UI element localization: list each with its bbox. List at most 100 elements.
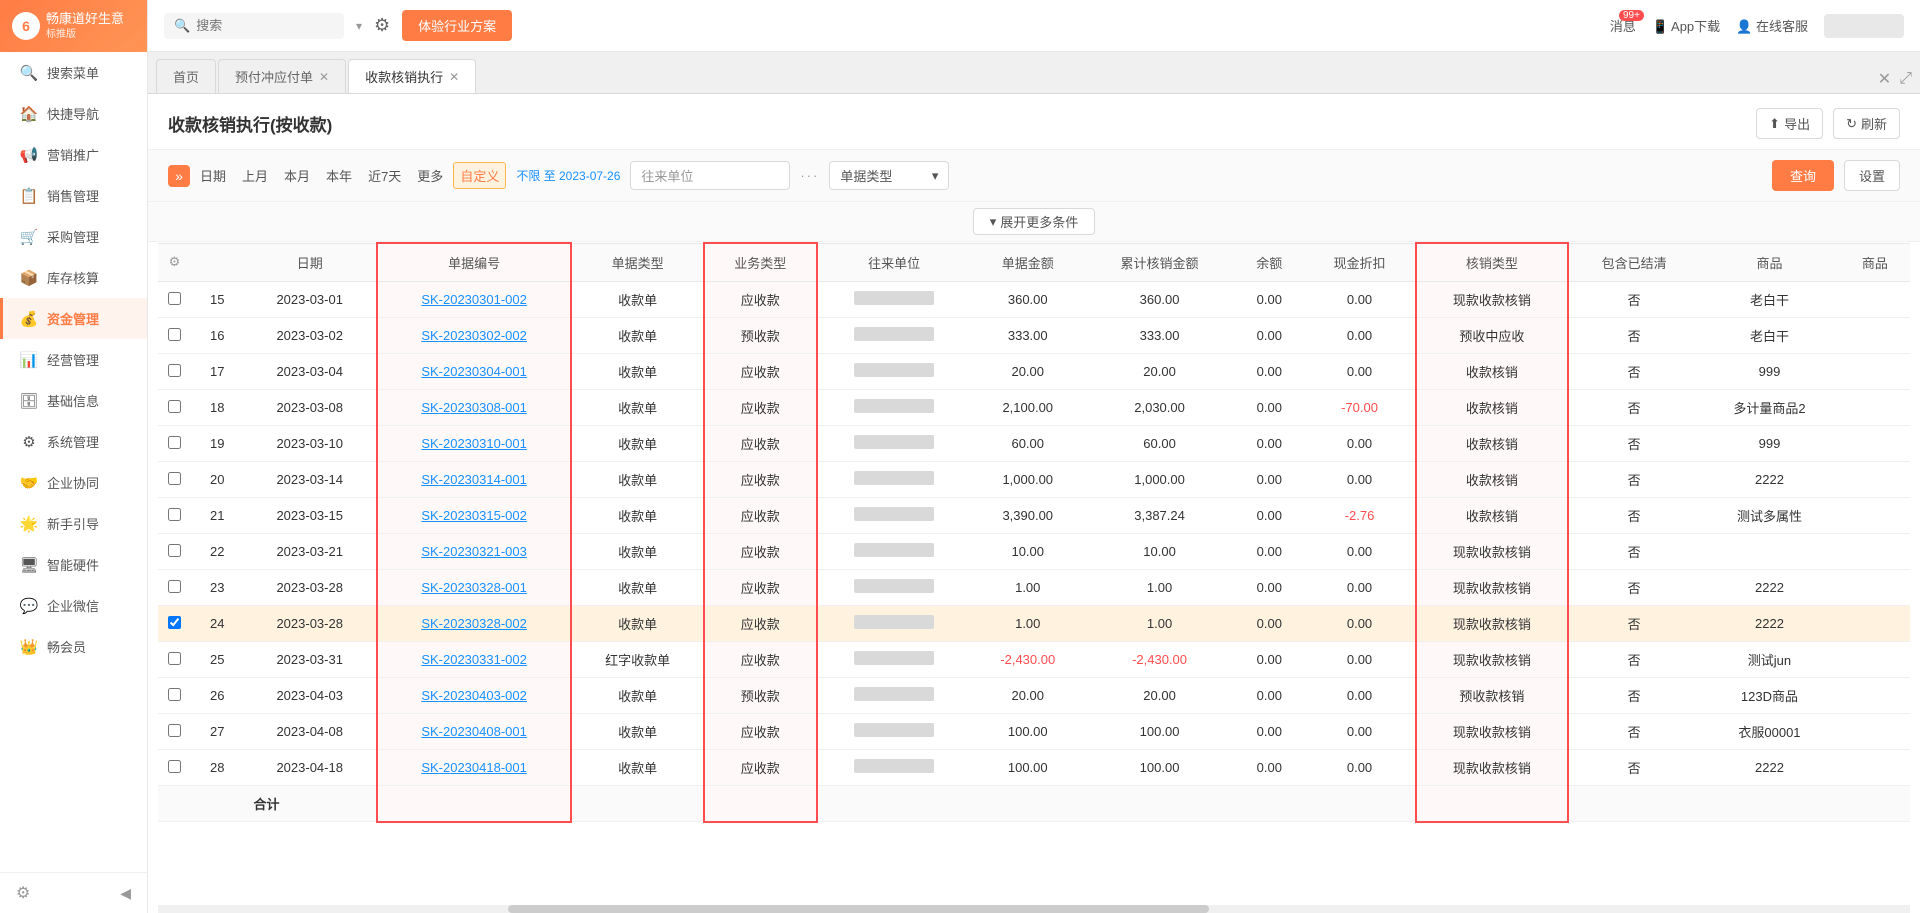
- table-row[interactable]: 23 2023-03-28 SK-20230328-001 收款单 应收款 1.…: [158, 570, 1910, 606]
- sidebar-item-guide[interactable]: 🌟新手引导: [0, 503, 147, 544]
- row-checkbox[interactable]: [158, 426, 191, 462]
- more-date-btn[interactable]: 更多: [411, 162, 449, 189]
- search-dropdown-icon[interactable]: ▾: [356, 19, 362, 33]
- tab-close-all-icon[interactable]: ✕: [1878, 69, 1891, 89]
- table-row[interactable]: 19 2023-03-10 SK-20230310-001 收款单 应收款 60…: [158, 426, 1910, 462]
- sidebar-item-sales[interactable]: 📋销售管理: [0, 175, 147, 216]
- last-month-btn[interactable]: 上月: [236, 162, 274, 189]
- row-checkbox[interactable]: [158, 282, 191, 318]
- tab-prepay[interactable]: 预付冲应付单 ✕: [218, 59, 346, 93]
- table-row[interactable]: 22 2023-03-21 SK-20230321-003 收款单 应收款 10…: [158, 534, 1910, 570]
- message-button[interactable]: 消息 99+: [1610, 16, 1636, 35]
- sidebar-item-shortcut[interactable]: 🏠快捷导航: [0, 93, 147, 134]
- sidebar-item-system[interactable]: ⚙系统管理: [0, 421, 147, 462]
- row-doc-no[interactable]: SK-20230403-002: [377, 678, 571, 714]
- expand-more-button[interactable]: ▾ 展开更多条件: [973, 208, 1096, 235]
- row-doc-no[interactable]: SK-20230408-001: [377, 714, 571, 750]
- table-row[interactable]: 27 2023-04-08 SK-20230408-001 收款单 应收款 10…: [158, 714, 1910, 750]
- row-checkbox[interactable]: [158, 606, 191, 642]
- export-button[interactable]: ⬆ 导出: [1756, 108, 1823, 139]
- row-doc-type: 红字收款单: [571, 642, 704, 678]
- scrollbar-thumb[interactable]: [508, 905, 1209, 913]
- table-row[interactable]: 15 2023-03-01 SK-20230301-002 收款单 应收款 36…: [158, 282, 1910, 318]
- sidebar-item-enterprise[interactable]: 🤝企业协同: [0, 462, 147, 503]
- row-checkbox[interactable]: [158, 570, 191, 606]
- row-checkbox[interactable]: [158, 714, 191, 750]
- sidebar-item-purchase[interactable]: 🛒采购管理: [0, 216, 147, 257]
- this-month-btn[interactable]: 本月: [278, 162, 316, 189]
- horizontal-scrollbar[interactable]: [158, 905, 1910, 913]
- table-row[interactable]: 26 2023-04-03 SK-20230403-002 收款单 预收款 20…: [158, 678, 1910, 714]
- tabbar: 首页 预付冲应付单 ✕ 收款核销执行 ✕ ✕ ⤢: [148, 52, 1920, 94]
- row-doc-no[interactable]: SK-20230321-003: [377, 534, 571, 570]
- doc-type-dropdown-icon: ▾: [932, 168, 939, 184]
- table-row[interactable]: 28 2023-04-18 SK-20230418-001 收款单 应收款 10…: [158, 750, 1910, 786]
- column-balance: 余额: [1234, 243, 1304, 282]
- row-doc-no[interactable]: SK-20230310-001: [377, 426, 571, 462]
- table-row[interactable]: 24 2023-03-28 SK-20230328-002 收款单 应收款 1.…: [158, 606, 1910, 642]
- sidebar-item-business[interactable]: 📊经营管理: [0, 339, 147, 380]
- sidebar-settings-icon[interactable]: ⚙: [16, 883, 30, 903]
- this-year-btn[interactable]: 本年: [320, 162, 358, 189]
- online-service-link[interactable]: 👤 在线客服: [1736, 16, 1808, 35]
- table-row[interactable]: 17 2023-03-04 SK-20230304-001 收款单 应收款 20…: [158, 354, 1910, 390]
- sidebar-item-search[interactable]: 🔍搜索菜单: [0, 52, 147, 93]
- row-checkbox[interactable]: [158, 534, 191, 570]
- refresh-button[interactable]: ↻ 刷新: [1833, 108, 1900, 139]
- table-row[interactable]: 20 2023-03-14 SK-20230314-001 收款单 应收款 1,…: [158, 462, 1910, 498]
- sidebar-item-hardware[interactable]: 🖥智能硬件: [0, 544, 147, 585]
- sidebar-item-marketing[interactable]: 📢营销推广: [0, 134, 147, 175]
- table-row[interactable]: 18 2023-03-08 SK-20230308-001 收款单 应收款 2,…: [158, 390, 1910, 426]
- row-doc-no[interactable]: SK-20230418-001: [377, 750, 571, 786]
- sidebar-item-basic[interactable]: 🗄基础信息: [0, 380, 147, 421]
- solution-button[interactable]: 体验行业方案: [402, 10, 512, 41]
- app-download-link[interactable]: 📱 App下载: [1652, 16, 1720, 35]
- partner-field[interactable]: 往来单位: [630, 161, 790, 190]
- row-no: 26: [191, 678, 244, 714]
- row-doc-no[interactable]: SK-20230314-001: [377, 462, 571, 498]
- tab-home[interactable]: 首页: [156, 59, 216, 93]
- sidebar-item-vip[interactable]: 👑畅会员: [0, 626, 147, 667]
- row-checkbox[interactable]: [158, 678, 191, 714]
- column-gear[interactable]: ⚙: [158, 243, 191, 282]
- row-doc-no[interactable]: SK-20230328-001: [377, 570, 571, 606]
- query-button[interactable]: 查询: [1772, 160, 1834, 191]
- custom-date-btn[interactable]: 自定义: [453, 162, 506, 189]
- row-checkbox[interactable]: [158, 462, 191, 498]
- filter-settings-button[interactable]: 设置: [1844, 160, 1900, 191]
- row-doc-no[interactable]: SK-20230331-002: [377, 642, 571, 678]
- tab-expand-icon[interactable]: ⤢: [1899, 70, 1912, 88]
- table-row[interactable]: 21 2023-03-15 SK-20230315-002 收款单 应收款 3,…: [158, 498, 1910, 534]
- filter-expand-button[interactable]: »: [168, 165, 190, 187]
- settings-gear-icon[interactable]: ⚙: [374, 15, 390, 36]
- row-checkbox[interactable]: [158, 642, 191, 678]
- topbar-search-box[interactable]: 🔍: [164, 13, 344, 39]
- search-input[interactable]: [196, 18, 334, 33]
- sidebar-collapse-icon[interactable]: ◀: [120, 885, 131, 902]
- sidebar-item-inventory[interactable]: 📦库存核算: [0, 257, 147, 298]
- table-row[interactable]: 25 2023-03-31 SK-20230331-002 红字收款单 应收款 …: [158, 642, 1910, 678]
- row-doc-no[interactable]: SK-20230302-002: [377, 318, 571, 354]
- tab-prepay-close[interactable]: ✕: [319, 70, 329, 84]
- sidebar-item-finance[interactable]: 💰资金管理: [0, 298, 147, 339]
- tab-receipt-close[interactable]: ✕: [449, 70, 459, 84]
- row-doc-no[interactable]: SK-20230301-002: [377, 282, 571, 318]
- sidebar-item-wechat[interactable]: 💬企业微信: [0, 585, 147, 626]
- row-doc-no[interactable]: SK-20230304-001: [377, 354, 571, 390]
- row-checkbox[interactable]: [158, 390, 191, 426]
- row-checkbox[interactable]: [158, 354, 191, 390]
- last-7days-btn[interactable]: 近7天: [362, 162, 407, 189]
- table-row[interactable]: 16 2023-03-02 SK-20230302-002 收款单 预收款 33…: [158, 318, 1910, 354]
- row-doc-no[interactable]: SK-20230308-001: [377, 390, 571, 426]
- row-doc-no[interactable]: SK-20230328-002: [377, 606, 571, 642]
- row-checkbox[interactable]: [158, 750, 191, 786]
- tab-receipt[interactable]: 收款核销执行 ✕: [348, 59, 476, 93]
- row-checkbox[interactable]: [158, 318, 191, 354]
- user-avatar[interactable]: [1824, 14, 1904, 38]
- row-checkbox[interactable]: [158, 498, 191, 534]
- row-balance: 0.00: [1234, 678, 1304, 714]
- doc-type-select[interactable]: 单据类型 ▾: [829, 161, 949, 190]
- row-partner: [817, 678, 971, 714]
- row-no: 22: [191, 534, 244, 570]
- row-doc-no[interactable]: SK-20230315-002: [377, 498, 571, 534]
